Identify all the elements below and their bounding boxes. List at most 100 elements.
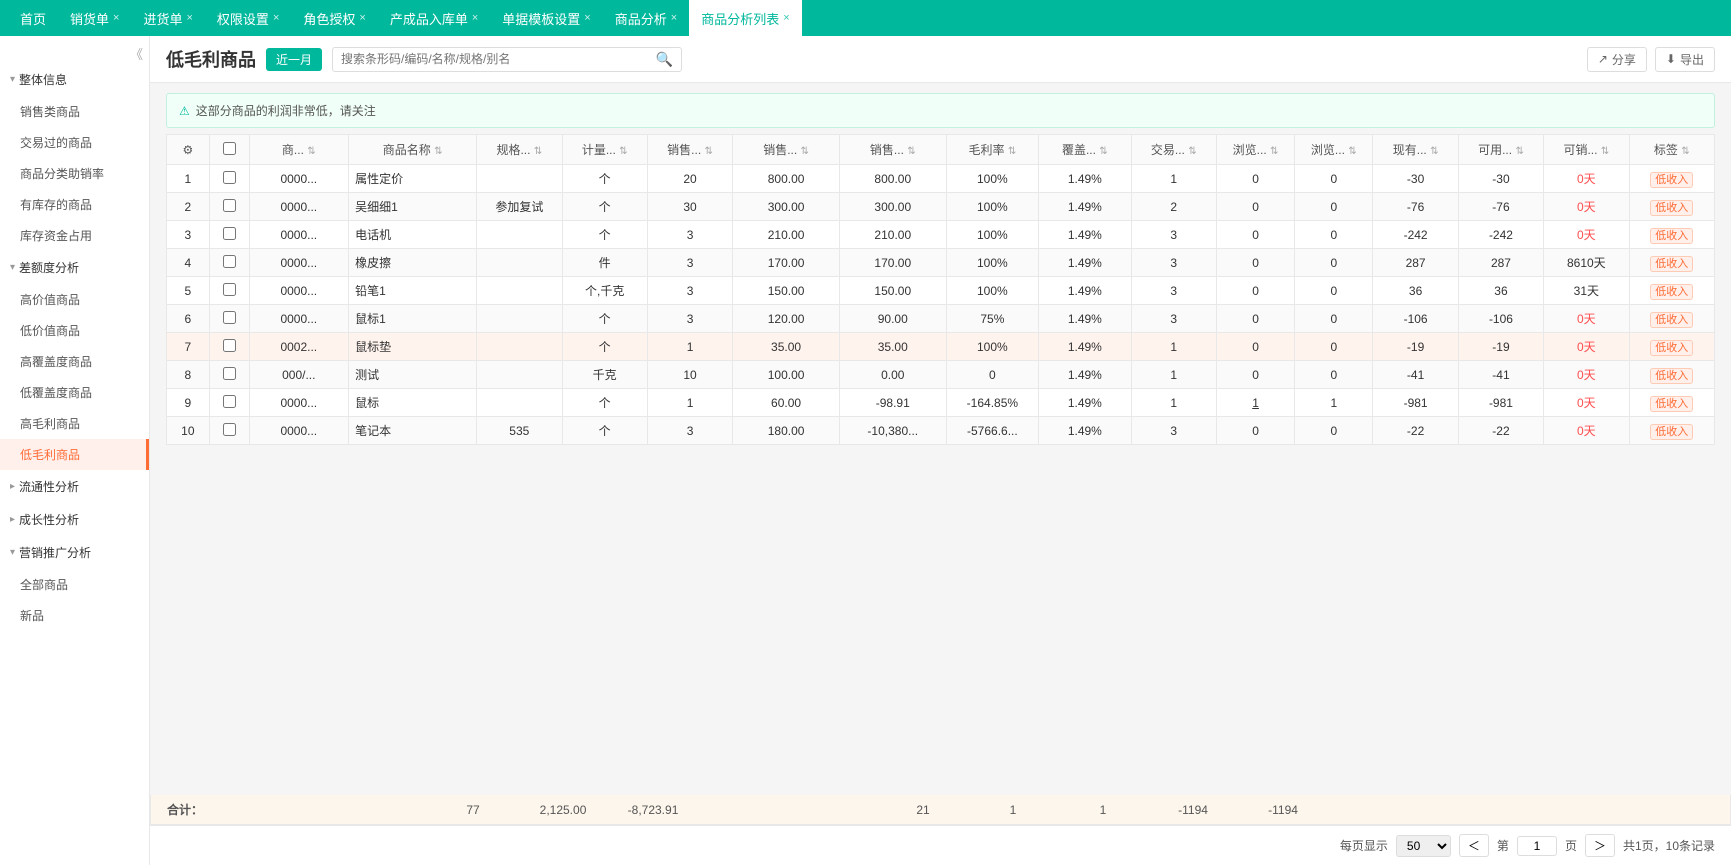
col-unit[interactable]: 计量... ⇅ bbox=[562, 135, 647, 165]
row-cost: 170.00 bbox=[839, 249, 946, 277]
close-icon[interactable]: × bbox=[783, 12, 789, 24]
page-input[interactable] bbox=[1517, 836, 1557, 856]
row-tag: 低收入 bbox=[1629, 361, 1715, 389]
col-browse2[interactable]: 浏览... ⇅ bbox=[1295, 135, 1373, 165]
row-qty: 20 bbox=[647, 165, 732, 193]
col-cost[interactable]: 销售... ⇅ bbox=[839, 135, 946, 165]
row-unit: 千克 bbox=[562, 361, 647, 389]
sidebar-item-新品[interactable]: 新品 bbox=[0, 600, 149, 631]
col-stock[interactable]: 现有... ⇅ bbox=[1373, 135, 1458, 165]
nav-item-销货单[interactable]: 销货单× bbox=[58, 0, 131, 36]
tag-badge: 低收入 bbox=[1650, 228, 1693, 244]
row-select[interactable] bbox=[223, 395, 236, 408]
nav-item-进货单[interactable]: 进货单× bbox=[131, 0, 204, 36]
row-checkbox[interactable] bbox=[209, 333, 249, 361]
row-available: -19 bbox=[1458, 333, 1543, 361]
row-checkbox[interactable] bbox=[209, 417, 249, 445]
share-button[interactable]: ↗ 分享 bbox=[1587, 47, 1647, 72]
col-coverage[interactable]: 覆盖... ⇅ bbox=[1039, 135, 1131, 165]
close-icon[interactable]: × bbox=[584, 12, 590, 24]
row-checkbox[interactable] bbox=[209, 305, 249, 333]
sidebar-item-全部商品[interactable]: 全部商品 bbox=[0, 569, 149, 600]
search-icon[interactable]: 🔍 bbox=[656, 51, 673, 68]
table-container[interactable]: ⚙ 商... ⇅ 商品名称 ⇅ 规格... ⇅ 计量... ⇅ 销售... ⇅ … bbox=[166, 134, 1715, 795]
row-sellable: 0天 bbox=[1544, 305, 1629, 333]
sidebar-group-营销推广分析[interactable]: ▾营销推广分析 bbox=[0, 536, 149, 569]
row-select[interactable] bbox=[223, 283, 236, 296]
sidebar-group-差额度分析[interactable]: ▾差额度分析 bbox=[0, 251, 149, 284]
next-page-btn[interactable]: ＞ bbox=[1585, 834, 1615, 857]
row-trade: 1 bbox=[1131, 389, 1216, 417]
col-settings[interactable]: ⚙ bbox=[167, 135, 210, 165]
close-icon[interactable]: × bbox=[359, 12, 365, 24]
col-price[interactable]: 销售... ⇅ bbox=[733, 135, 840, 165]
col-browse1[interactable]: 浏览... ⇅ bbox=[1216, 135, 1294, 165]
col-checkbox[interactable] bbox=[209, 135, 249, 165]
col-name[interactable]: 商品名称 ⇅ bbox=[349, 135, 477, 165]
close-icon[interactable]: × bbox=[671, 12, 677, 24]
row-select[interactable] bbox=[223, 311, 236, 324]
sidebar-item-商品分类助销率[interactable]: 商品分类助销率 bbox=[0, 158, 149, 189]
row-price: 60.00 bbox=[733, 389, 840, 417]
prev-page-btn[interactable]: ＜ bbox=[1459, 834, 1489, 857]
close-icon[interactable]: × bbox=[273, 12, 279, 24]
nav-item-单据模板设置[interactable]: 单据模板设置× bbox=[490, 0, 602, 36]
sidebar-item-交易过的商品[interactable]: 交易过的商品 bbox=[0, 127, 149, 158]
sidebar-item-销售类商品[interactable]: 销售类商品 bbox=[0, 96, 149, 127]
period-button[interactable]: 近一月 bbox=[266, 48, 322, 71]
row-checkbox[interactable] bbox=[209, 361, 249, 389]
row-browse2: 0 bbox=[1295, 361, 1373, 389]
row-select[interactable] bbox=[223, 199, 236, 212]
row-unit: 件 bbox=[562, 249, 647, 277]
nav-item-产成品入库单[interactable]: 产成品入库单× bbox=[378, 0, 490, 36]
row-select[interactable] bbox=[223, 227, 236, 240]
footer-values: 77 2,125.00 -8,723.91 21 1 1 -1194 -1194 bbox=[223, 803, 1313, 817]
row-checkbox[interactable] bbox=[209, 165, 249, 193]
row-select[interactable] bbox=[223, 339, 236, 352]
nav-item-权限设置[interactable]: 权限设置× bbox=[205, 0, 291, 36]
sidebar-item-低毛利商品[interactable]: 低毛利商品 bbox=[0, 439, 149, 470]
row-checkbox[interactable] bbox=[209, 193, 249, 221]
sidebar-item-有库存的商品[interactable]: 有库存的商品 bbox=[0, 189, 149, 220]
sidebar-group-整体信息[interactable]: ▾整体信息 bbox=[0, 63, 149, 96]
row-checkbox[interactable] bbox=[209, 221, 249, 249]
close-icon[interactable]: × bbox=[113, 12, 119, 24]
per-page-select[interactable]: 50 100 bbox=[1396, 835, 1451, 857]
col-margin[interactable]: 毛利率 ⇅ bbox=[946, 135, 1038, 165]
row-checkbox[interactable] bbox=[209, 249, 249, 277]
col-sellable[interactable]: 可销... ⇅ bbox=[1544, 135, 1629, 165]
close-icon[interactable]: × bbox=[472, 12, 478, 24]
sidebar-item-库存资金占用[interactable]: 库存资金占用 bbox=[0, 220, 149, 251]
col-tag[interactable]: 标签 ⇅ bbox=[1629, 135, 1715, 165]
select-all-checkbox[interactable] bbox=[223, 142, 236, 155]
sidebar-item-低覆盖度商品[interactable]: 低覆盖度商品 bbox=[0, 377, 149, 408]
row-browse1: 0 bbox=[1216, 305, 1294, 333]
export-button[interactable]: ⬇ 导出 bbox=[1655, 47, 1715, 72]
col-spec[interactable]: 规格... ⇅ bbox=[477, 135, 562, 165]
row-unit: 个 bbox=[562, 389, 647, 417]
col-trade[interactable]: 交易... ⇅ bbox=[1131, 135, 1216, 165]
nav-item-商品分析列表[interactable]: 商品分析列表× bbox=[689, 0, 801, 36]
nav-item-角色授权[interactable]: 角色授权× bbox=[291, 0, 377, 36]
row-select[interactable] bbox=[223, 367, 236, 380]
nav-item-商品分析[interactable]: 商品分析× bbox=[603, 0, 689, 36]
close-icon[interactable]: × bbox=[186, 12, 192, 24]
row-select[interactable] bbox=[223, 255, 236, 268]
sidebar-collapse-btn[interactable]: 《 bbox=[130, 47, 143, 62]
sidebar-item-低价值商品[interactable]: 低价值商品 bbox=[0, 315, 149, 346]
sidebar-item-高覆盖度商品[interactable]: 高覆盖度商品 bbox=[0, 346, 149, 377]
row-checkbox[interactable] bbox=[209, 389, 249, 417]
search-input[interactable] bbox=[341, 52, 656, 66]
sidebar-item-高毛利商品[interactable]: 高毛利商品 bbox=[0, 408, 149, 439]
col-qty[interactable]: 销售... ⇅ bbox=[647, 135, 732, 165]
col-code[interactable]: 商... ⇅ bbox=[249, 135, 349, 165]
col-available[interactable]: 可用... ⇅ bbox=[1458, 135, 1543, 165]
row-select[interactable] bbox=[223, 423, 236, 436]
nav-item-首页[interactable]: 首页 bbox=[8, 0, 58, 36]
sidebar-group-成长性分析[interactable]: ▸成长性分析 bbox=[0, 503, 149, 536]
row-select[interactable] bbox=[223, 171, 236, 184]
row-checkbox[interactable] bbox=[209, 277, 249, 305]
sidebar-item-高价值商品[interactable]: 高价值商品 bbox=[0, 284, 149, 315]
sidebar-group-流通性分析[interactable]: ▸流通性分析 bbox=[0, 470, 149, 503]
row-browse1[interactable]: 1 bbox=[1216, 389, 1294, 417]
